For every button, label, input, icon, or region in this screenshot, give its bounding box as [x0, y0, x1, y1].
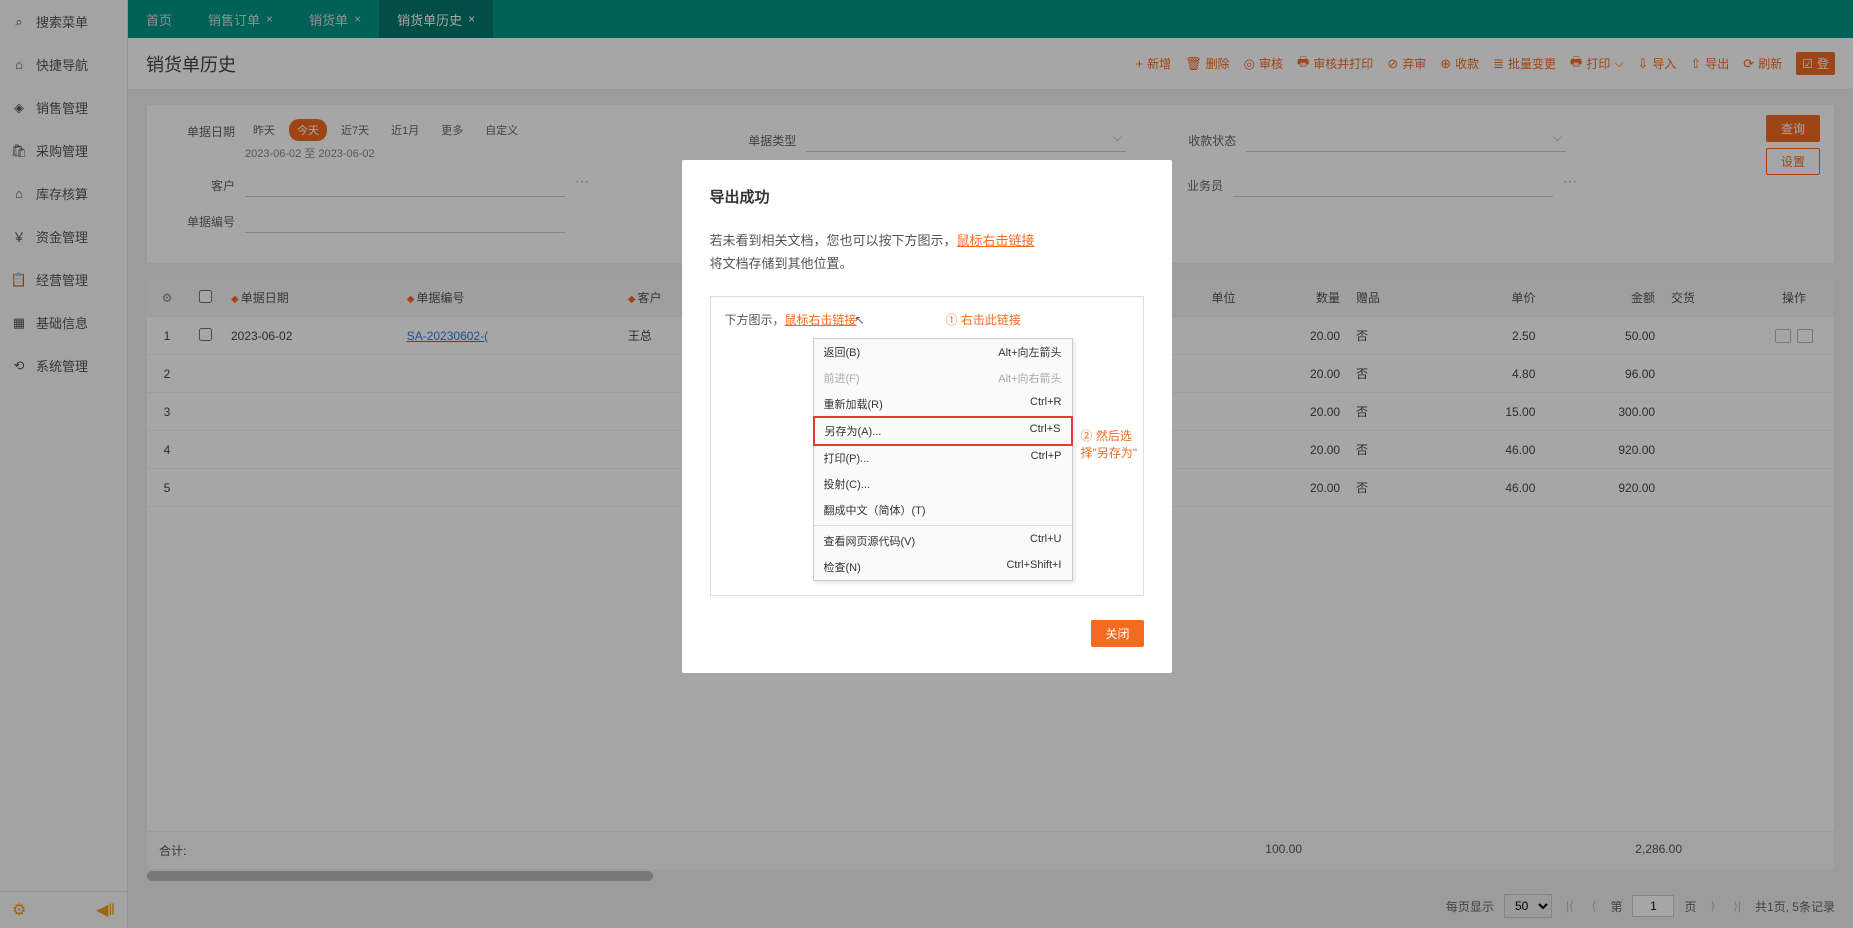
- menu-item-label: 另存为(A)...: [825, 423, 882, 439]
- menu-item-label: 前进(F): [824, 370, 860, 386]
- modal-message: 若未看到相关文档，您也可以按下方图示，鼠标右击链接 将文档存储到其他位置。: [710, 229, 1144, 276]
- context-menu-item: 返回(B) Alt+向左箭头: [814, 339, 1072, 365]
- menu-item-shortcut: Alt+向右箭头: [998, 370, 1061, 386]
- bubble-1: ① 右击此链接: [946, 311, 1021, 328]
- instruction-hint: 下方图示，鼠标右击链接↖: [725, 313, 865, 327]
- menu-item-shortcut: Ctrl+R: [1030, 396, 1061, 412]
- modal-footer: 关闭: [710, 620, 1144, 647]
- bubble-2: ② 然后选择"另存为": [1081, 427, 1143, 461]
- context-menu-item: 投射(C)...: [814, 471, 1072, 497]
- menu-item-shortcut: Ctrl+S: [1030, 423, 1061, 439]
- context-menu-item: 查看网页源代码(V) Ctrl+U: [814, 528, 1072, 554]
- cursor-icon: ↖: [855, 313, 865, 327]
- instruction-image: 下方图示，鼠标右击链接↖ ① 右击此链接 返回(B) Alt+向左箭头前进(F) A…: [710, 296, 1144, 596]
- export-success-modal: 导出成功 若未看到相关文档，您也可以按下方图示，鼠标右击链接 将文档存储到其他位…: [682, 160, 1172, 673]
- context-menu-item: 另存为(A)... Ctrl+S: [813, 416, 1073, 446]
- menu-item-label: 返回(B): [824, 344, 861, 360]
- menu-item-label: 查看网页源代码(V): [824, 533, 916, 549]
- menu-item-shortcut: Ctrl+U: [1030, 533, 1061, 549]
- context-menu-item: 重新加载(R) Ctrl+R: [814, 391, 1072, 417]
- context-menu-item: 前进(F) Alt+向右箭头: [814, 365, 1072, 391]
- menu-item-label: 投射(C)...: [824, 476, 870, 492]
- menu-item-shortcut: Alt+向左箭头: [998, 344, 1061, 360]
- menu-separator: [814, 525, 1072, 526]
- menu-item-label: 翻成中文（简体）(T): [824, 502, 926, 518]
- menu-item-label: 打印(P)...: [824, 450, 870, 466]
- menu-item-label: 检查(N): [824, 559, 861, 575]
- instruction-link: 鼠标右击链接: [785, 313, 857, 327]
- modal-title: 导出成功: [710, 186, 1144, 207]
- context-menu-item: 检查(N) Ctrl+Shift+I: [814, 554, 1072, 580]
- menu-item-shortcut: Ctrl+P: [1031, 450, 1062, 466]
- context-menu-item: 翻成中文（简体）(T): [814, 497, 1072, 523]
- context-menu-item: 打印(P)... Ctrl+P: [814, 445, 1072, 471]
- menu-item-shortcut: Ctrl+Shift+I: [1006, 559, 1061, 575]
- menu-item-label: 重新加载(R): [824, 396, 883, 412]
- close-button[interactable]: 关闭: [1091, 620, 1143, 647]
- right-click-link[interactable]: 鼠标右击链接: [957, 233, 1035, 248]
- context-menu-illustration: 返回(B) Alt+向左箭头前进(F) Alt+向右箭头重新加载(R) Ctrl+R 另…: [813, 338, 1073, 581]
- modal-overlay[interactable]: 导出成功 若未看到相关文档，您也可以按下方图示，鼠标右击链接 将文档存储到其他位…: [0, 0, 1853, 928]
